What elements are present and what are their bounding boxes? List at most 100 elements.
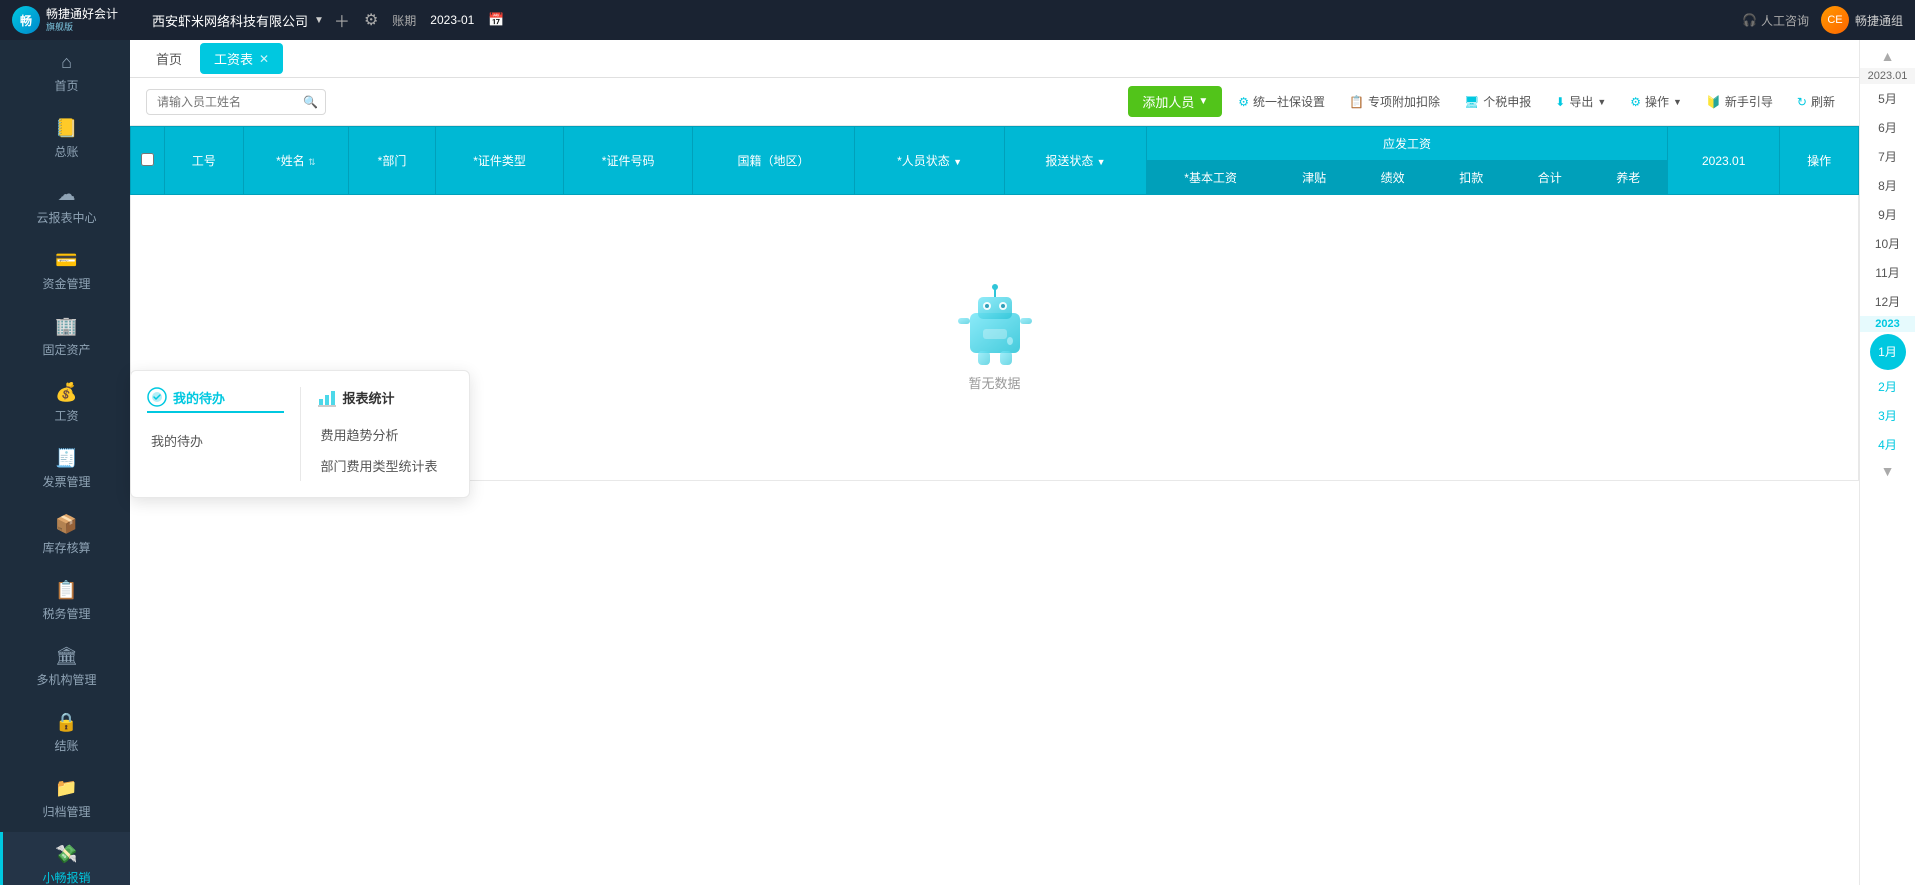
logo-area: 畅 畅捷通好会计 旗舰版 <box>12 6 132 34</box>
cal-month-8[interactable]: 8月 <box>1860 171 1915 200</box>
cal-month-11[interactable]: 11月 <box>1860 258 1915 287</box>
cal-month-6[interactable]: 6月 <box>1860 113 1915 142</box>
company-dropdown-icon[interactable]: ▼ <box>314 15 324 26</box>
th-salary-group: 应发工资 <box>1146 127 1667 161</box>
cal-month-12[interactable]: 12月 <box>1860 287 1915 316</box>
th-operations: 操作 <box>1780 127 1859 195</box>
logo-icon: 畅 <box>12 6 40 34</box>
sidebar-item-salary[interactable]: 💰 工资 <box>0 370 130 436</box>
tab-close-icon[interactable]: ✕ <box>259 52 269 66</box>
popup-report-title: 报表统计 <box>317 387 454 407</box>
inventory-icon: 📦 <box>55 514 77 535</box>
user-area[interactable]: CE 畅捷通组 <box>1821 6 1903 34</box>
sidebar-item-ledger[interactable]: 📒 总账 <box>0 106 130 172</box>
period-value: 2023-01 <box>430 13 474 27</box>
cloud-icon: ☁ <box>58 184 76 205</box>
salary-icon: 💰 <box>55 382 77 403</box>
refresh-icon: ↻ <box>1797 95 1807 109</box>
user-name: 畅捷通组 <box>1855 12 1903 29</box>
company-area[interactable]: 西安虾米网络科技有限公司 ▼ <box>152 11 324 30</box>
closing-icon: 🔒 <box>55 712 77 733</box>
page-toolbar: 🔍 添加人员 ▼ ⚙ 统一社保设置 📋 专项附加扣除 🖥 个税申报 <box>130 78 1859 126</box>
sidebar-item-inventory[interactable]: 📦 库存核算 <box>0 502 130 568</box>
add-button[interactable]: ＋ <box>334 8 350 32</box>
headset-icon: 🎧 <box>1742 13 1757 27</box>
report-status-filter-icon[interactable]: ▼ <box>1097 157 1106 167</box>
sidebar-item-cloud-report[interactable]: ☁ 云报表中心 <box>0 172 130 238</box>
status-filter-icon[interactable]: ▼ <box>953 157 962 167</box>
period-label: 账期 <box>392 12 416 29</box>
name-sort-icon[interactable]: ⇅ <box>308 157 316 167</box>
logo-text: 畅捷通好会计 旗舰版 <box>46 7 118 32</box>
support-button[interactable]: 🎧 人工咨询 <box>1742 12 1809 29</box>
operations-chevron-icon: ▼ <box>1673 97 1682 107</box>
sidebar-item-invoice[interactable]: 🧾 发票管理 <box>0 436 130 502</box>
th-status[interactable]: *人员状态 ▼ <box>855 127 1005 195</box>
sidebar-item-multi-org[interactable]: 🏛 多机构管理 <box>0 634 130 700</box>
th-total: 合计 <box>1510 161 1589 195</box>
multi-org-icon: 🏛 <box>55 646 78 667</box>
th-checkbox[interactable] <box>131 127 165 195</box>
search-input[interactable] <box>146 89 326 115</box>
th-id-number: *证件号码 <box>564 127 693 195</box>
cal-prev-btn[interactable]: ▲ <box>1877 44 1899 68</box>
calendar-icon[interactable]: 📅 <box>488 12 504 28</box>
cal-month-10[interactable]: 10月 <box>1860 229 1915 258</box>
th-allowance: 津贴 <box>1275 161 1354 195</box>
empty-state-icon <box>950 283 1040 373</box>
sidebar-item-tax[interactable]: 📋 税务管理 <box>0 568 130 634</box>
popup-section-report: 报表统计 费用趋势分析 部门费用类型统计表 <box>317 387 454 481</box>
new-guide-btn[interactable]: 🔰 新手引导 <box>1698 89 1781 114</box>
operations-btn[interactable]: ⚙ 操作 ▼ <box>1622 89 1690 114</box>
sidebar-item-fixed-assets[interactable]: 🏢 固定资产 <box>0 304 130 370</box>
cal-month-1-active[interactable]: 1月 <box>1870 334 1906 370</box>
refresh-btn[interactable]: ↻ 刷新 <box>1789 89 1843 114</box>
expense-icon: 💸 <box>55 844 77 865</box>
th-report-status[interactable]: 报送状态 ▼ <box>1005 127 1147 195</box>
th-year-col: 2023.01 <box>1668 127 1780 195</box>
archive-icon: 📁 <box>55 778 77 799</box>
popup-item-dept-expense[interactable]: 部门费用类型统计表 <box>317 450 454 481</box>
export-icon: ⬇ <box>1555 95 1565 109</box>
tab-salary-table[interactable]: 工资表 ✕ <box>200 43 283 74</box>
social-security-btn[interactable]: ⚙ 统一社保设置 <box>1230 89 1333 114</box>
cal-month-9[interactable]: 9月 <box>1860 200 1915 229</box>
export-btn[interactable]: ⬇ 导出 ▼ <box>1547 89 1614 114</box>
sidebar-item-archive[interactable]: 📁 归档管理 <box>0 766 130 832</box>
sidebar: ⌂ 首页 📒 总账 ☁ 云报表中心 💳 资金管理 🏢 固定资产 💰 工资 🧾 发… <box>0 40 130 885</box>
sidebar-item-closing[interactable]: 🔒 结账 <box>0 700 130 766</box>
sidebar-item-mini-expense[interactable]: 💸 小畅报销 <box>0 832 130 885</box>
settings-button[interactable]: ⚙ <box>364 10 378 30</box>
th-base-salary: *基本工资 <box>1146 161 1275 195</box>
tab-home[interactable]: 首页 <box>142 43 196 74</box>
personal-tax-btn[interactable]: 🖥 个税申报 <box>1456 89 1539 114</box>
cal-month-3[interactable]: 3月 <box>1860 401 1915 430</box>
th-dept: *部门 <box>349 127 436 195</box>
top-bar: 畅 畅捷通好会计 旗舰版 西安虾米网络科技有限公司 ▼ ＋ ⚙ 账期 2023-… <box>0 0 1915 40</box>
social-security-icon: ⚙ <box>1238 95 1249 109</box>
cal-next-btn[interactable]: ▼ <box>1877 459 1899 483</box>
ledger-icon: 📒 <box>55 118 77 139</box>
select-all-checkbox[interactable] <box>141 153 154 166</box>
table-container: 工号 *姓名 ⇅ *部门 *证件类型 *证件号码 国籍（地区） *人员状态 ▼ <box>130 126 1859 885</box>
cal-month-2[interactable]: 2月 <box>1860 372 1915 401</box>
popup-todo-title: 我的待办 <box>147 387 284 413</box>
home-icon: ⌂ <box>61 52 72 73</box>
sidebar-item-home[interactable]: ⌂ 首页 <box>0 40 130 106</box>
th-performance: 绩效 <box>1353 161 1432 195</box>
cal-month-5[interactable]: 5月 <box>1860 84 1915 113</box>
special-deduction-btn[interactable]: 📋 专项附加扣除 <box>1341 89 1448 114</box>
empty-text: 暂无数据 <box>968 373 1020 392</box>
popup-item-my-todo[interactable]: 我的待办 <box>147 425 284 456</box>
th-number: 工号 <box>165 127 244 195</box>
export-chevron-icon: ▼ <box>1597 97 1606 107</box>
right-panel: ▲ 2023.01 5月 6月 7月 8月 9月 10月 11月 12月 202… <box>1859 40 1915 885</box>
popup-item-expense-trend[interactable]: 费用趋势分析 <box>317 419 454 450</box>
personal-tax-icon: 🖥 <box>1464 95 1479 109</box>
sidebar-item-fund[interactable]: 💳 资金管理 <box>0 238 130 304</box>
cal-year-label-2023: 2023.01 <box>1860 68 1915 84</box>
th-name[interactable]: *姓名 ⇅ <box>243 127 349 195</box>
add-person-button[interactable]: 添加人员 ▼ <box>1128 86 1222 117</box>
cal-month-4[interactable]: 4月 <box>1860 430 1915 459</box>
cal-month-7[interactable]: 7月 <box>1860 142 1915 171</box>
